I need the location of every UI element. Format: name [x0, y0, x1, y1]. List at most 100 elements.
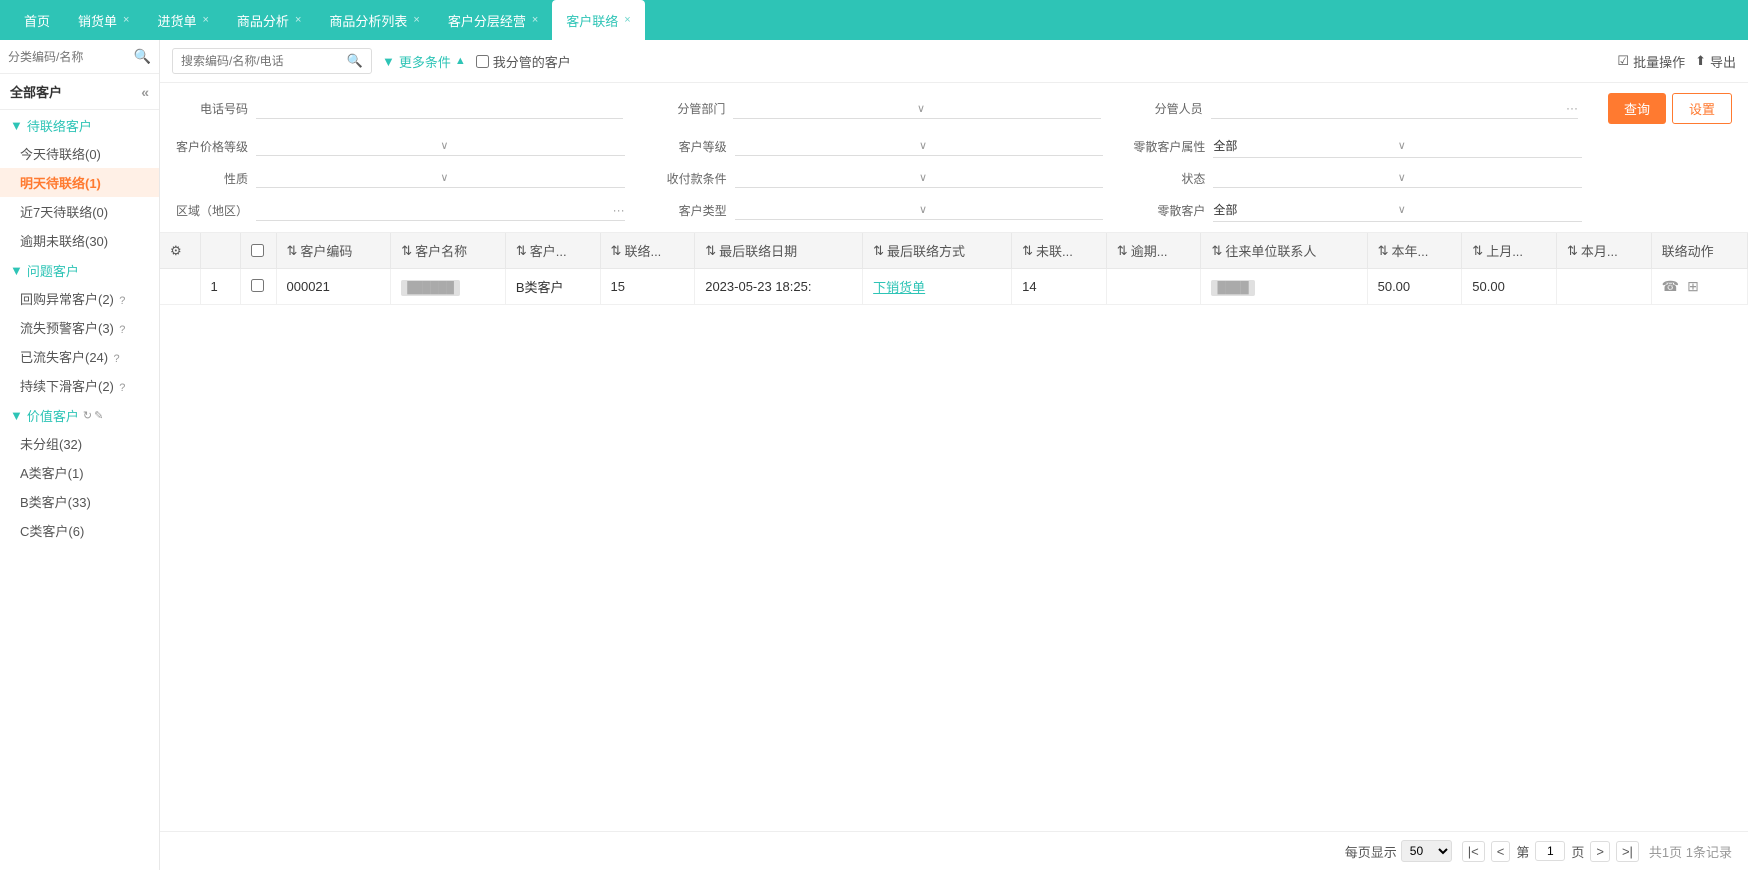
sidebar-section-problem: ▼ 问题客户 [0, 255, 159, 284]
gear-icon[interactable]: ⚙ [170, 243, 182, 259]
export-button[interactable]: ⬆ 导出 [1695, 52, 1736, 71]
cell-checkbox[interactable] [240, 269, 276, 305]
more-dots-icon[interactable]: ··· [609, 203, 625, 217]
column-unit-contact[interactable]: ⇅往来单位联系人 [1201, 233, 1367, 269]
filter-payment-label: 收付款条件 [655, 170, 735, 187]
close-icon[interactable]: × [295, 14, 301, 26]
search-input[interactable] [181, 54, 347, 68]
column-uncontacted[interactable]: ⇅未联... [1012, 233, 1107, 269]
filter-phone-label: 电话号码 [176, 100, 256, 117]
filter-icon: ▼ [382, 54, 395, 69]
refresh-icon[interactable]: ↻ [83, 409, 92, 422]
column-contact-count[interactable]: ⇅联络... [600, 233, 695, 269]
column-last-month[interactable]: ⇅上月... [1462, 233, 1557, 269]
sidebar-item-tomorrow[interactable]: 明天待联络(1) [0, 168, 159, 197]
toolbar-search-box[interactable]: 🔍 [172, 48, 372, 74]
sidebar-search-input[interactable] [8, 50, 134, 64]
filter-region: 区域（地区） ··· [176, 200, 625, 221]
filter-status-select[interactable]: ∨ [1213, 168, 1582, 188]
nav-home[interactable]: 首页 [10, 0, 64, 40]
sidebar-item-loss-warning[interactable]: 流失预警客户(3) ? [0, 313, 159, 342]
my-customers-check[interactable] [476, 55, 489, 68]
sidebar-item-overdue[interactable]: 逾期未联络(30) [0, 226, 159, 255]
row-checkbox[interactable] [251, 279, 264, 292]
more-dots-icon[interactable]: ··· [1562, 101, 1578, 115]
sidebar-item-abnormal[interactable]: 回购异常客户(2) ? [0, 284, 159, 313]
filter-dept: 分管部门 ∨ [653, 99, 1100, 119]
filter-retail-attr-select[interactable]: 全部 ∨ [1213, 134, 1582, 158]
search-icon[interactable]: 🔍 [347, 53, 363, 69]
settings-button[interactable]: 设置 [1672, 93, 1732, 124]
filter-status-label: 状态 [1133, 170, 1213, 187]
sidebar-item-today[interactable]: 今天待联络(0) [0, 139, 159, 168]
close-icon[interactable]: × [202, 14, 208, 26]
next-page-button[interactable]: > [1590, 841, 1610, 862]
sort-icon: ⇅ [1567, 243, 1578, 259]
column-customer-type[interactable]: ⇅客户... [505, 233, 600, 269]
search-icon[interactable]: 🔍 [134, 48, 151, 65]
batch-operation-button[interactable]: ☑ 批量操作 [1617, 52, 1685, 71]
close-icon[interactable]: × [123, 14, 129, 26]
last-page-button[interactable]: >| [1616, 841, 1639, 862]
sidebar-item-a-class[interactable]: A类客户(1) [0, 458, 159, 487]
chevron-down-icon: ∨ [917, 102, 1101, 115]
edit-icon[interactable]: ✎ [94, 409, 103, 422]
cell-gear [160, 269, 200, 305]
filter-nature: 性质 ∨ [176, 168, 625, 188]
sidebar-item-b-class[interactable]: B类客户(33) [0, 487, 159, 516]
sidebar-section-value: ▼ 价值客户 ↻ ✎ [0, 400, 159, 429]
column-settings[interactable]: ⚙ [160, 233, 200, 269]
collapse-icon[interactable]: « [141, 84, 149, 100]
column-last-contact-method[interactable]: ⇅最后联络方式 [863, 233, 1012, 269]
close-icon[interactable]: × [624, 14, 630, 26]
sidebar-item-7days[interactable]: 近7天待联络(0) [0, 197, 159, 226]
nav-customer-contact[interactable]: 客户联络 × [552, 0, 644, 40]
column-checkbox[interactable] [240, 233, 276, 269]
filter-phone-input[interactable] [256, 98, 623, 119]
column-last-contact-date[interactable]: ⇅最后联络日期 [695, 233, 863, 269]
my-customers-checkbox[interactable]: 我分管的客户 [476, 52, 571, 71]
select-all-checkbox[interactable] [251, 244, 264, 257]
filter-price-level-select[interactable]: ∨ [256, 136, 625, 156]
filter-nature-select[interactable]: ∨ [256, 168, 625, 188]
sidebar-item-lost[interactable]: 已流失客户(24) ? [0, 342, 159, 371]
sidebar-item-declining[interactable]: 持续下滑客户(2) ? [0, 371, 159, 400]
cell-seq: 1 [200, 269, 240, 305]
nav-product-analysis-list[interactable]: 商品分析列表 × [315, 0, 433, 40]
page-size-select[interactable]: 50 10 20 100 [1401, 840, 1452, 862]
cell-this-month [1556, 269, 1651, 305]
prev-page-button[interactable]: < [1491, 841, 1511, 862]
filter-customer-type-select[interactable]: ∨ [735, 200, 1104, 220]
column-this-year[interactable]: ⇅本年... [1367, 233, 1462, 269]
column-customer-code[interactable]: ⇅客户编码 [276, 233, 391, 269]
query-button[interactable]: 查询 [1608, 93, 1666, 124]
column-overdue[interactable]: ⇅逾期... [1106, 233, 1201, 269]
cell-unit-contact: ████ [1201, 269, 1367, 305]
sidebar-all-customers[interactable]: 全部客户 « [0, 74, 159, 110]
action-icons-group: ☎ ⊞ [1662, 278, 1737, 295]
close-icon[interactable]: × [413, 14, 419, 26]
filter-payment-select[interactable]: ∨ [735, 168, 1104, 188]
nav-customer-layered[interactable]: 客户分层经营 × [434, 0, 552, 40]
first-page-button[interactable]: |< [1462, 841, 1485, 862]
grid-action-icon[interactable]: ⊞ [1687, 278, 1699, 295]
filter-customer-level-select[interactable]: ∨ [735, 136, 1104, 156]
nav-product-analysis[interactable]: 商品分析 × [223, 0, 315, 40]
nav-purchase-order[interactable]: 进货单 × [143, 0, 222, 40]
nav-sales-order[interactable]: 销货单 × [64, 0, 143, 40]
help-icon: ? [113, 353, 119, 365]
close-icon[interactable]: × [532, 14, 538, 26]
sort-icon: ⇅ [1117, 243, 1128, 259]
more-filter-button[interactable]: ▼ 更多条件 ▲ [382, 52, 466, 71]
filter-dept-select[interactable]: ∨ [733, 99, 1100, 119]
phone-action-icon[interactable]: ☎ [1662, 278, 1679, 295]
data-table-container: ⚙ ⇅客户编码 ⇅客户名称 [160, 233, 1748, 831]
main-layout: 🔍 全部客户 « ▼ 待联络客户 今天待联络(0) 明天待联络(1) 近7天待联… [0, 40, 1748, 870]
page-number-input[interactable] [1535, 841, 1565, 861]
column-customer-name[interactable]: ⇅客户名称 [391, 233, 506, 269]
chevron-down-icon: ∨ [1398, 171, 1582, 184]
filter-retail-customer-select[interactable]: 全部 ∨ [1213, 198, 1582, 222]
sidebar-item-c-class[interactable]: C类客户(6) [0, 516, 159, 545]
sidebar-item-ungrouped[interactable]: 未分组(32) [0, 429, 159, 458]
column-this-month[interactable]: ⇅本月... [1556, 233, 1651, 269]
